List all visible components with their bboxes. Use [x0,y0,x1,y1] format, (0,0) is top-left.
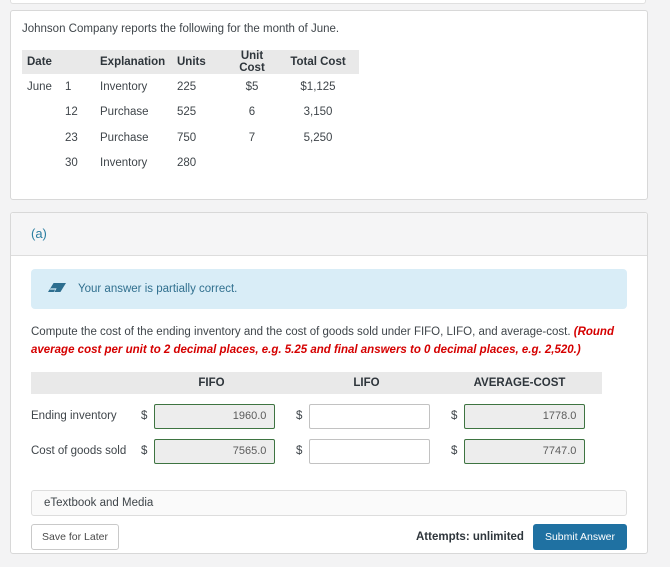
eraser-icon [48,282,66,292]
part-a-header[interactable]: (a) [11,213,647,256]
fifo-group: $ [141,438,296,464]
dollar-sign: $ [296,445,303,458]
average-cost-group: $ [451,403,602,429]
part-a-label: (a) [31,226,47,241]
inventory-table: Date Explanation Units Unit Cost Total C… [22,50,359,176]
lifo-group: $ [296,438,451,464]
table-row: 12 Purchase 525 6 3,150 [22,100,359,126]
row-label: Ending inventory [31,410,117,423]
instructions: Compute the cost of the ending inventory… [31,324,627,360]
date-cell: June 1 [22,74,100,100]
dollar-sign: $ [141,445,148,458]
part-a-panel: (a) Your answer is partially correct. Co… [10,212,648,554]
average-cost-cogs-input[interactable] [464,438,586,464]
col-header-unit-cost: Unit Cost [227,50,277,74]
answer-col-lifo: LIFO [353,376,380,389]
fifo-cogs-input[interactable] [154,438,276,464]
units-cell: 750 [177,131,197,144]
lifo-group: $ [296,403,451,429]
dollar-sign: $ [296,410,303,423]
date-cell: 12 [22,100,100,126]
date-day: 12 [65,106,78,119]
date-day: 30 [65,157,78,170]
problem-panel: Johnson Company reports the following fo… [10,10,648,200]
feedback-message: Your answer is partially correct. [78,283,238,295]
total-cost-cell: 3,150 [303,106,333,119]
average-cost-group: $ [451,438,602,464]
fifo-ending-inventory-input[interactable] [154,403,276,429]
lifo-ending-inventory-input[interactable] [309,403,431,429]
dollar-sign: $ [451,410,458,423]
instructions-normal: Compute the cost of the ending inventory… [31,326,574,338]
feedback-banner: Your answer is partially correct. [31,269,627,309]
footer-row: Save for Later Attempts: unlimited Submi… [31,523,627,550]
explanation-cell: Inventory [100,80,148,93]
lifo-cogs-input[interactable] [309,438,431,464]
explanation-cell: Purchase [100,131,149,144]
unit-cost-cell: 7 [248,131,256,144]
fifo-group: $ [141,403,296,429]
units-cell: 280 [177,157,197,170]
etextbook-and-media-accordion[interactable]: eTextbook and Media [31,489,627,516]
ending-inventory-row: Ending inventory $ $ $ [31,403,602,429]
table-row: 30 Inventory 280 [22,151,359,177]
col-header-units: Units [177,50,227,74]
problem-intro: Johnson Company reports the following fo… [22,23,340,35]
table-row: 23 Purchase 750 7 5,250 [22,125,359,151]
submit-answer-button[interactable]: Submit Answer [532,523,627,550]
answer-col-fifo: FIFO [198,376,225,389]
unit-cost-cell: 6 [248,106,256,119]
date-cell: 30 [22,151,100,177]
explanation-cell: Inventory [100,157,148,170]
col-header-explanation: Explanation [100,50,177,74]
units-cell: 225 [177,80,197,93]
date-cell: 23 [22,125,100,151]
part-a-body: Your answer is partially correct. Comput… [11,256,647,550]
answer-table: FIFO LIFO AVERAGE-COST Ending inventory … [31,371,602,464]
units-cell: 525 [177,106,197,119]
previous-panel-edge [10,0,646,4]
answer-table-header: FIFO LIFO AVERAGE-COST [31,371,602,394]
inventory-table-header-row: Date Explanation Units Unit Cost Total C… [22,50,359,74]
etextbook-label: eTextbook and Media [44,496,154,509]
row-label: Cost of goods sold [31,445,127,458]
answer-col-average-cost: AVERAGE-COST [473,376,566,389]
dollar-sign: $ [451,445,458,458]
unit-cost-cell [227,151,277,177]
total-cost-cell: $1,125 [300,80,336,93]
unit-cost-cell: $5 [245,80,259,93]
total-cost-cell: 5,250 [303,131,333,144]
average-cost-ending-inventory-input[interactable] [464,403,586,429]
explanation-cell: Purchase [100,106,149,119]
date-month: June [27,80,52,93]
date-day: 1 [65,80,72,93]
cost-of-goods-sold-row: Cost of goods sold $ $ $ [31,438,602,464]
total-cost-cell [277,151,359,177]
dollar-sign: $ [141,410,148,423]
date-day: 23 [65,131,78,144]
save-for-later-button[interactable]: Save for Later [31,523,119,550]
table-row: June 1 Inventory 225 $5 $1,125 [22,74,359,100]
col-header-date: Date [22,50,100,74]
footer-right: Attempts: unlimited Submit Answer [415,523,627,550]
attempts-label: Attempts: unlimited [415,530,524,543]
col-header-total-cost: Total Cost [277,50,359,74]
